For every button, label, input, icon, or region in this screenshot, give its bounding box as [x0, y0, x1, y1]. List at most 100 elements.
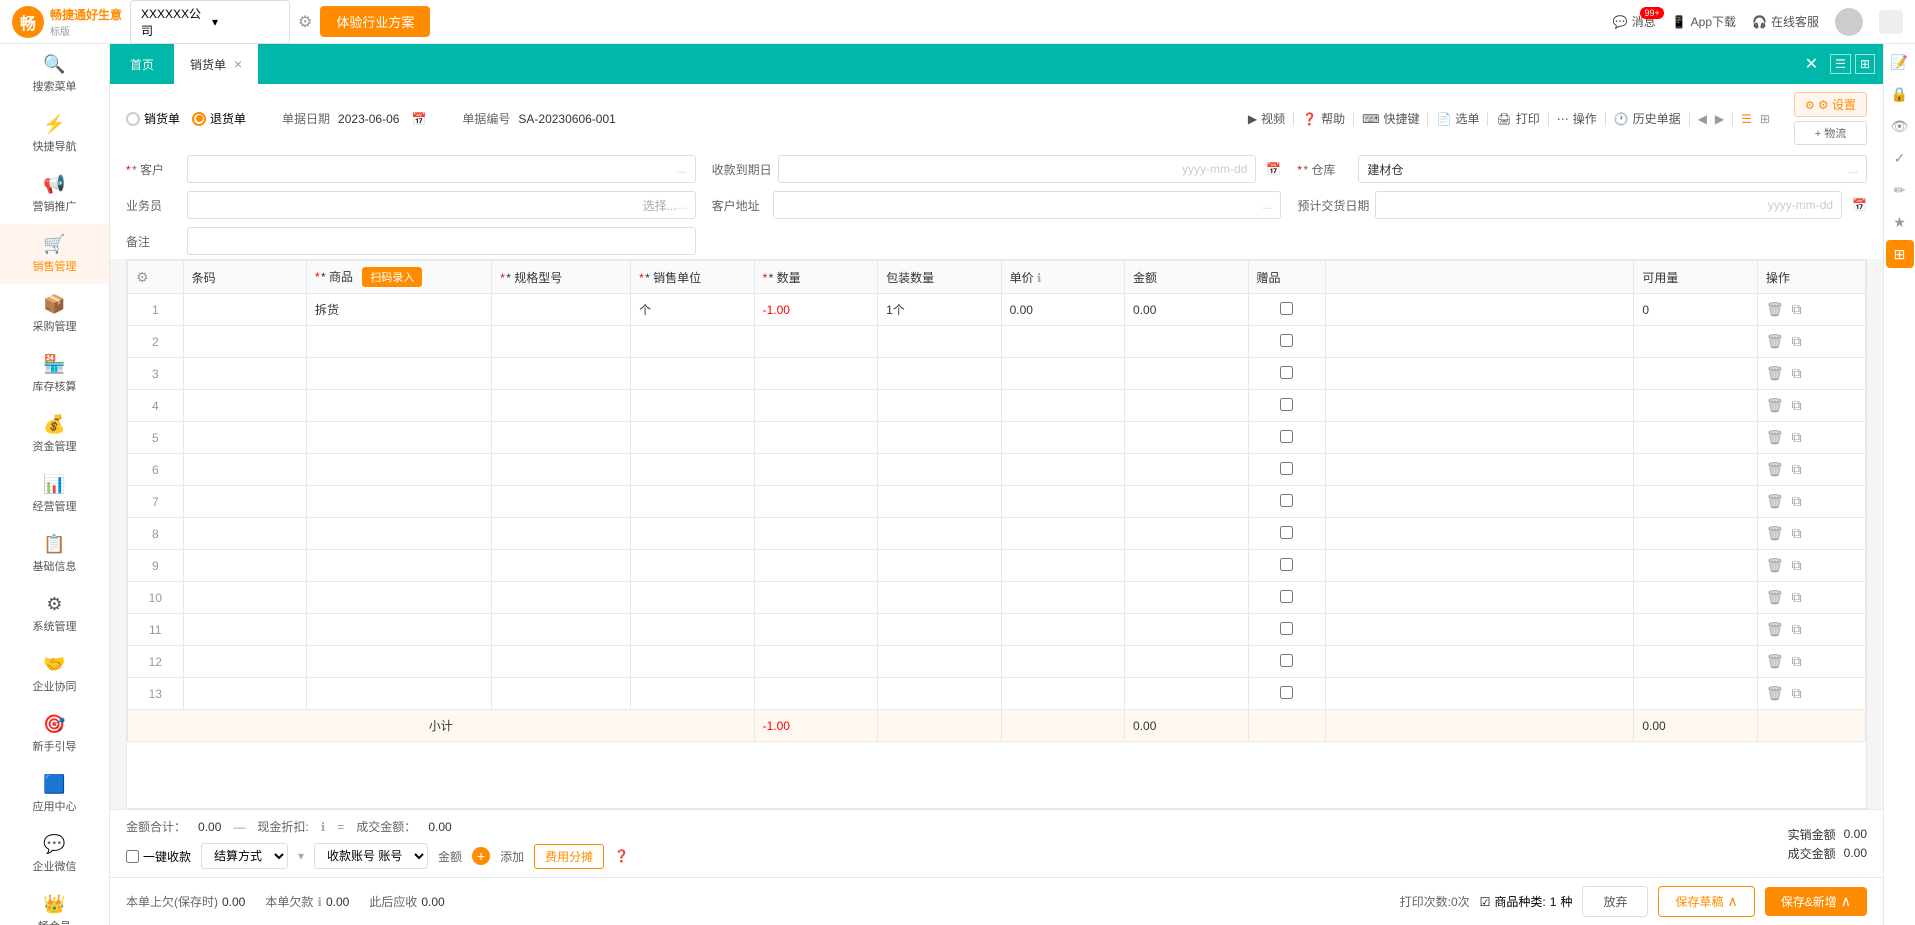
radio-return[interactable]: 退货单: [192, 110, 246, 127]
copy-row-btn[interactable]: ⧉: [1792, 397, 1802, 414]
cell-amount-2[interactable]: [1125, 358, 1248, 390]
cell-gift-6[interactable]: [1248, 486, 1325, 518]
sidebar-item-corp[interactable]: 🤝 企业协同: [0, 644, 109, 704]
cell-goods-0[interactable]: 拆货: [307, 294, 492, 326]
cell-gift-3[interactable]: [1248, 390, 1325, 422]
save-new-btn[interactable]: 保存&新增 ∧: [1765, 887, 1867, 916]
cell-pkgqty-8[interactable]: [878, 550, 1001, 582]
trial-button[interactable]: 体验行业方案: [320, 6, 430, 37]
delivery-date-calendar-icon[interactable]: 📅: [1852, 198, 1867, 212]
cell-gift-11[interactable]: [1248, 646, 1325, 678]
cell-pkgqty-3[interactable]: [878, 390, 1001, 422]
cell-amount-5[interactable]: [1125, 454, 1248, 486]
cell-amount-3[interactable]: [1125, 390, 1248, 422]
cell-barcode-12[interactable]: [183, 678, 306, 710]
payment-account-select[interactable]: 收款账号 账号: [314, 843, 428, 869]
settings-icon[interactable]: ⚙: [298, 12, 312, 32]
delete-row-btn[interactable]: 🗑: [1766, 365, 1784, 382]
sidebar-item-finance[interactable]: 💰 资金管理: [0, 404, 109, 464]
sidebar-item-basic[interactable]: 📋 基础信息: [0, 524, 109, 584]
toolbar-help-btn[interactable]: ❓ 帮助: [1302, 110, 1345, 127]
cell-barcode-4[interactable]: [183, 422, 306, 454]
expense-help-icon[interactable]: ❓: [614, 849, 629, 863]
scan-btn[interactable]: 扫码录入: [362, 267, 422, 287]
cell-pkgqty-2[interactable]: [878, 358, 1001, 390]
cell-goods-10[interactable]: [307, 614, 492, 646]
cell-price-1[interactable]: [1001, 326, 1124, 358]
th-settings[interactable]: ⚙: [128, 261, 184, 294]
cell-unit-11[interactable]: [631, 646, 754, 678]
right-panel-star-btn[interactable]: ★: [1886, 208, 1914, 236]
cell-amount-7[interactable]: [1125, 518, 1248, 550]
warehouse-input[interactable]: 建材仓 ...: [1358, 155, 1867, 183]
settings-btn[interactable]: ⚙ ⚙ 设置: [1794, 92, 1867, 117]
delete-row-btn[interactable]: 🗑: [1766, 461, 1784, 478]
cell-pkgqty-12[interactable]: [878, 678, 1001, 710]
logistics-btn[interactable]: + 物流: [1794, 121, 1867, 145]
discount-info-icon[interactable]: ℹ: [321, 820, 326, 834]
cell-pkgqty-7[interactable]: [878, 518, 1001, 550]
cell-desc-7[interactable]: [1325, 518, 1634, 550]
cell-desc-8[interactable]: [1325, 550, 1634, 582]
list-view-icon[interactable]: ☰: [1830, 54, 1851, 74]
cell-goods-2[interactable]: [307, 358, 492, 390]
add-payment-btn[interactable]: +: [472, 847, 490, 865]
cell-desc-10[interactable]: [1325, 614, 1634, 646]
cell-gift-9[interactable]: [1248, 582, 1325, 614]
cell-gift-4[interactable]: [1248, 422, 1325, 454]
cell-gift-5[interactable]: [1248, 454, 1325, 486]
cell-qty-4[interactable]: [754, 422, 877, 454]
cell-barcode-7[interactable]: [183, 518, 306, 550]
cell-qty-8[interactable]: [754, 550, 877, 582]
sidebar-item-guide[interactable]: 🎯 新手引导: [0, 704, 109, 764]
delete-row-btn[interactable]: 🗑: [1766, 493, 1784, 510]
copy-row-btn[interactable]: ⧉: [1792, 365, 1802, 382]
cell-goods-11[interactable]: [307, 646, 492, 678]
right-panel-eye-btn[interactable]: 👁: [1886, 112, 1914, 140]
cell-goods-9[interactable]: [307, 582, 492, 614]
cell-price-3[interactable]: [1001, 390, 1124, 422]
cell-desc-9[interactable]: [1325, 582, 1634, 614]
cell-desc-3[interactable]: [1325, 390, 1634, 422]
payment-method-select[interactable]: 结算方式: [201, 843, 288, 869]
product-type-icon[interactable]: ☑: [1480, 895, 1491, 909]
cell-gift-1[interactable]: [1248, 326, 1325, 358]
price-info-icon[interactable]: ℹ: [1037, 271, 1042, 285]
cell-goods-5[interactable]: [307, 454, 492, 486]
cell-qty-0[interactable]: -1.00: [754, 294, 877, 326]
cell-barcode-6[interactable]: [183, 486, 306, 518]
cell-amount-12[interactable]: [1125, 678, 1248, 710]
cell-spec-3[interactable]: [492, 390, 631, 422]
cell-desc-5[interactable]: [1325, 454, 1634, 486]
cell-barcode-5[interactable]: [183, 454, 306, 486]
copy-row-btn[interactable]: ⧉: [1792, 493, 1802, 510]
cell-qty-12[interactable]: [754, 678, 877, 710]
cell-unit-9[interactable]: [631, 582, 754, 614]
cell-pkgqty-0[interactable]: 1个: [878, 294, 1001, 326]
cell-unit-3[interactable]: [631, 390, 754, 422]
message-btn[interactable]: 💬 消息 99+: [1613, 13, 1656, 30]
copy-row-btn[interactable]: ⧉: [1792, 301, 1802, 318]
cell-gift-7[interactable]: [1248, 518, 1325, 550]
one-click-checkbox[interactable]: [126, 850, 139, 863]
sidebar-item-shortcut[interactable]: ⚡ 快捷导航: [0, 104, 109, 164]
delete-row-btn[interactable]: 🗑: [1766, 589, 1784, 606]
online-service-btn[interactable]: 🎧 在线客服: [1752, 13, 1819, 30]
toolbar-operation-btn[interactable]: ⋯ 操作: [1557, 110, 1597, 127]
cell-unit-1[interactable]: [631, 326, 754, 358]
customer-addr-input[interactable]: ...: [773, 191, 1282, 219]
one-click-payment-checkbox[interactable]: 一键收款: [126, 848, 191, 865]
cell-desc-2[interactable]: [1325, 358, 1634, 390]
delete-row-btn[interactable]: 🗑: [1766, 333, 1784, 350]
cell-pkgqty-5[interactable]: [878, 454, 1001, 486]
sidebar-item-operation[interactable]: 📊 经营管理: [0, 464, 109, 524]
delete-row-btn[interactable]: 🗑: [1766, 653, 1784, 670]
delete-row-btn[interactable]: 🗑: [1766, 557, 1784, 574]
cell-unit-4[interactable]: [631, 422, 754, 454]
toolbar-print-btn[interactable]: 🖨 打印: [1496, 110, 1539, 127]
cell-spec-1[interactable]: [492, 326, 631, 358]
cell-price-7[interactable]: [1001, 518, 1124, 550]
copy-row-btn[interactable]: ⧉: [1792, 685, 1802, 702]
cell-amount-1[interactable]: [1125, 326, 1248, 358]
cell-amount-4[interactable]: [1125, 422, 1248, 454]
